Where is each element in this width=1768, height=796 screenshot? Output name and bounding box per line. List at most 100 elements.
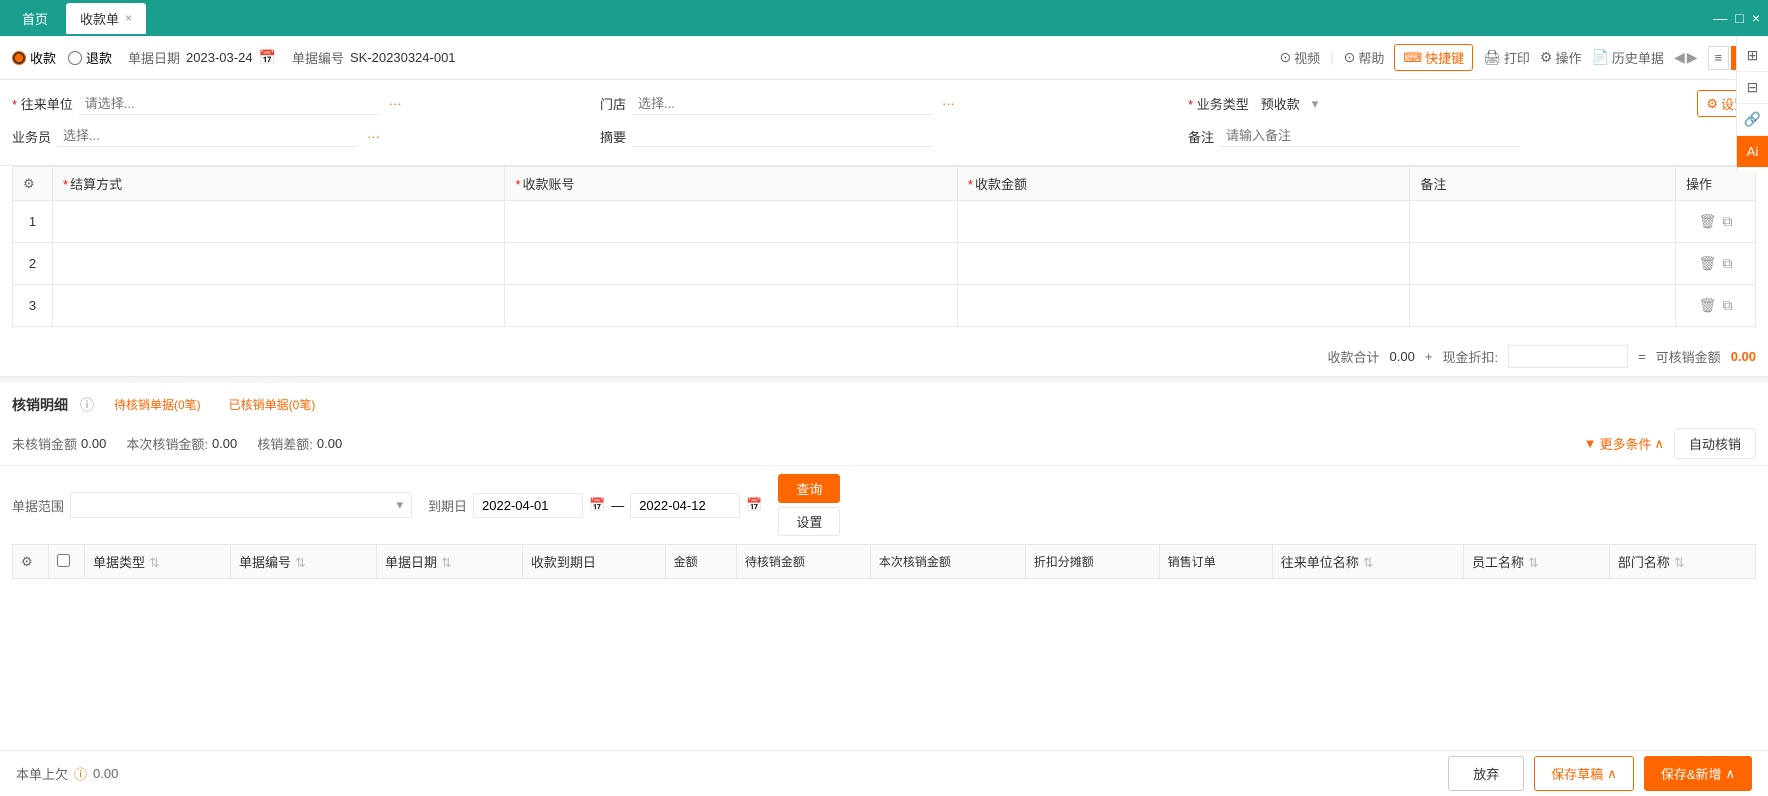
radio-refund[interactable]: 退款 bbox=[68, 48, 112, 67]
history-btn[interactable]: 📄 历史单据 bbox=[1591, 48, 1663, 67]
tab-home[interactable]: 首页 bbox=[8, 3, 62, 34]
row-account-2[interactable] bbox=[505, 243, 957, 285]
row-settlement-1[interactable] bbox=[53, 201, 505, 243]
bottom-col-due-date: 收款到期日 bbox=[522, 545, 665, 579]
staff-more-btn[interactable]: ··· bbox=[367, 129, 380, 144]
tab-pending[interactable]: 待核销单据(0笔) bbox=[106, 393, 209, 416]
list-view-btn[interactable]: ≡ bbox=[1708, 46, 1730, 70]
partner-more-btn[interactable]: ··· bbox=[389, 96, 402, 111]
tab-done[interactable]: 已核销单据(0笔) bbox=[221, 393, 324, 416]
nav-next-icon[interactable]: ▶ bbox=[1687, 49, 1698, 66]
row-note-2[interactable] bbox=[1410, 243, 1676, 285]
store-input[interactable] bbox=[632, 93, 932, 115]
date-from-calendar-icon[interactable]: 📅 bbox=[589, 497, 605, 513]
col-settings[interactable]: ⚙ bbox=[13, 167, 53, 201]
row-amount-3[interactable] bbox=[957, 285, 1409, 327]
date-from-input[interactable] bbox=[473, 493, 583, 518]
shortcut-btn[interactable]: ⌨ 快捷键 bbox=[1394, 44, 1473, 71]
save-new-btn[interactable]: 保存&新增 ∧ bbox=[1644, 756, 1752, 791]
scope-label: 单据范围 bbox=[12, 496, 64, 515]
row-copy-2-icon[interactable]: ⧉ bbox=[1722, 255, 1732, 272]
bottom-col-checkbox[interactable] bbox=[49, 545, 85, 579]
bottom-col-settings[interactable]: ⚙ bbox=[13, 545, 49, 579]
date-to-input[interactable] bbox=[630, 493, 740, 518]
abandon-btn[interactable]: 放弃 bbox=[1448, 756, 1524, 791]
row-delete-3-icon[interactable]: 🗑 bbox=[1699, 297, 1717, 314]
row-copy-1-icon[interactable]: ⧉ bbox=[1722, 213, 1732, 230]
row-delete-2-icon[interactable]: 🗑 bbox=[1699, 255, 1717, 272]
info-circle-icon[interactable]: ⓘ bbox=[74, 764, 87, 783]
discount-input[interactable] bbox=[1508, 345, 1628, 368]
radio-refund-input[interactable] bbox=[68, 51, 82, 65]
save-draft-btn[interactable]: 保存草稿 ∧ bbox=[1534, 756, 1634, 791]
tab-bar-right: — □ × bbox=[1713, 10, 1760, 26]
diff-value: 0.00 bbox=[317, 436, 342, 451]
radio-receipt[interactable]: 收款 bbox=[12, 48, 56, 67]
window-close-icon[interactable]: × bbox=[1752, 10, 1760, 26]
form-row-2: 业务员 ··· 摘要 备注 bbox=[12, 125, 1756, 147]
biz-type-dropdown-icon[interactable]: ▾ bbox=[1312, 96, 1319, 112]
minimize-icon[interactable]: — bbox=[1713, 10, 1727, 26]
radio-receipt-input[interactable] bbox=[12, 51, 26, 65]
tab-receipt-label: 收款单 bbox=[80, 9, 119, 28]
video-btn[interactable]: ⊙ 视频 bbox=[1279, 48, 1320, 67]
info-icon[interactable]: ⓘ bbox=[80, 395, 94, 415]
table-header-row: ⚙ *结算方式 *收款账号 *收款金额 备注 操作 bbox=[13, 167, 1756, 201]
row-copy-3-icon[interactable]: ⧉ bbox=[1722, 297, 1732, 314]
row-amount-1[interactable] bbox=[957, 201, 1409, 243]
query-btn[interactable]: 查询 bbox=[778, 474, 840, 503]
bottom-col-sales-order: 销售订单 bbox=[1159, 545, 1272, 579]
date-to-calendar-icon[interactable]: 📅 bbox=[746, 497, 762, 513]
current-value: 0.00 bbox=[212, 436, 237, 451]
bottom-col-type: 单据类型⇅ bbox=[85, 545, 231, 579]
sidebar-ai-icon[interactable]: Ai bbox=[1737, 136, 1768, 168]
partner-required: * bbox=[12, 97, 17, 112]
row-settlement-2[interactable] bbox=[53, 243, 505, 285]
row-note-3[interactable] bbox=[1410, 285, 1676, 327]
store-label: 门店 bbox=[600, 94, 626, 113]
table-row: 1 🗑 ⧉ bbox=[13, 201, 1756, 243]
history-icon: 📄 bbox=[1591, 49, 1608, 66]
staff-input[interactable] bbox=[57, 125, 357, 147]
row-account-1[interactable] bbox=[505, 201, 957, 243]
tab-close-icon[interactable]: × bbox=[125, 11, 132, 25]
partner-input[interactable] bbox=[79, 93, 379, 115]
bottom-col-dept: 部门名称⇅ bbox=[1609, 545, 1755, 579]
auto-cancel-btn[interactable]: 自动核销 bbox=[1674, 428, 1756, 459]
col-account: *收款账号 bbox=[505, 167, 957, 201]
maximize-icon[interactable]: □ bbox=[1735, 10, 1743, 26]
row-num-3: 3 bbox=[13, 285, 53, 327]
help-btn[interactable]: ⊙ 帮助 bbox=[1344, 48, 1385, 67]
row-settlement-3[interactable] bbox=[53, 285, 505, 327]
bottom-col-current: 本次核销金额 bbox=[870, 545, 1025, 579]
shortcut-label: 快捷键 bbox=[1425, 48, 1464, 67]
shortcut-icon: ⌨ bbox=[1403, 50, 1422, 66]
row-amount-2[interactable] bbox=[957, 243, 1409, 285]
col-settlement: *结算方式 bbox=[53, 167, 505, 201]
scope-select[interactable]: ▾ bbox=[70, 492, 412, 518]
note-input[interactable] bbox=[1220, 125, 1520, 147]
table-settings-icon[interactable]: ⚙ bbox=[23, 176, 35, 191]
bottom-settings-icon[interactable]: ⚙ bbox=[21, 554, 33, 569]
summary-input[interactable] bbox=[632, 125, 932, 147]
filter-settings-btn[interactable]: 设置 bbox=[778, 507, 840, 536]
calendar-icon[interactable]: 📅 bbox=[259, 49, 276, 66]
more-conditions-btn[interactable]: ▼ 更多条件 ∧ bbox=[1584, 434, 1664, 453]
footer-right: 放弃 保存草稿 ∧ 保存&新增 ∧ bbox=[1448, 756, 1752, 791]
sidebar-list-icon[interactable]: ⊟ bbox=[1737, 72, 1768, 104]
note-field: 备注 bbox=[1188, 125, 1756, 147]
select-all-checkbox[interactable] bbox=[57, 554, 70, 567]
filter-row: 单据范围 ▾ 到期日 📅 — 📅 查询 设置 bbox=[0, 465, 1768, 544]
row-account-3[interactable] bbox=[505, 285, 957, 327]
row-note-1[interactable] bbox=[1410, 201, 1676, 243]
row-delete-1-icon[interactable]: 🗑 bbox=[1699, 213, 1717, 230]
operation-btn[interactable]: ⚙ 操作 bbox=[1540, 48, 1582, 67]
nav-prev-icon[interactable]: ◀ bbox=[1674, 49, 1685, 66]
print-btn[interactable]: 🖨 打印 bbox=[1483, 48, 1530, 67]
row-action-2: 🗑 ⧉ bbox=[1676, 243, 1756, 285]
store-more-btn[interactable]: ··· bbox=[942, 96, 955, 111]
sidebar-link-icon[interactable]: 🔗 bbox=[1737, 104, 1768, 136]
tab-receipt[interactable]: 收款单 × bbox=[66, 3, 146, 34]
toolbar-number-field: 单据编号 SK-20230324-001 bbox=[292, 48, 456, 67]
sidebar-table-icon[interactable]: ⊞ bbox=[1737, 40, 1768, 72]
